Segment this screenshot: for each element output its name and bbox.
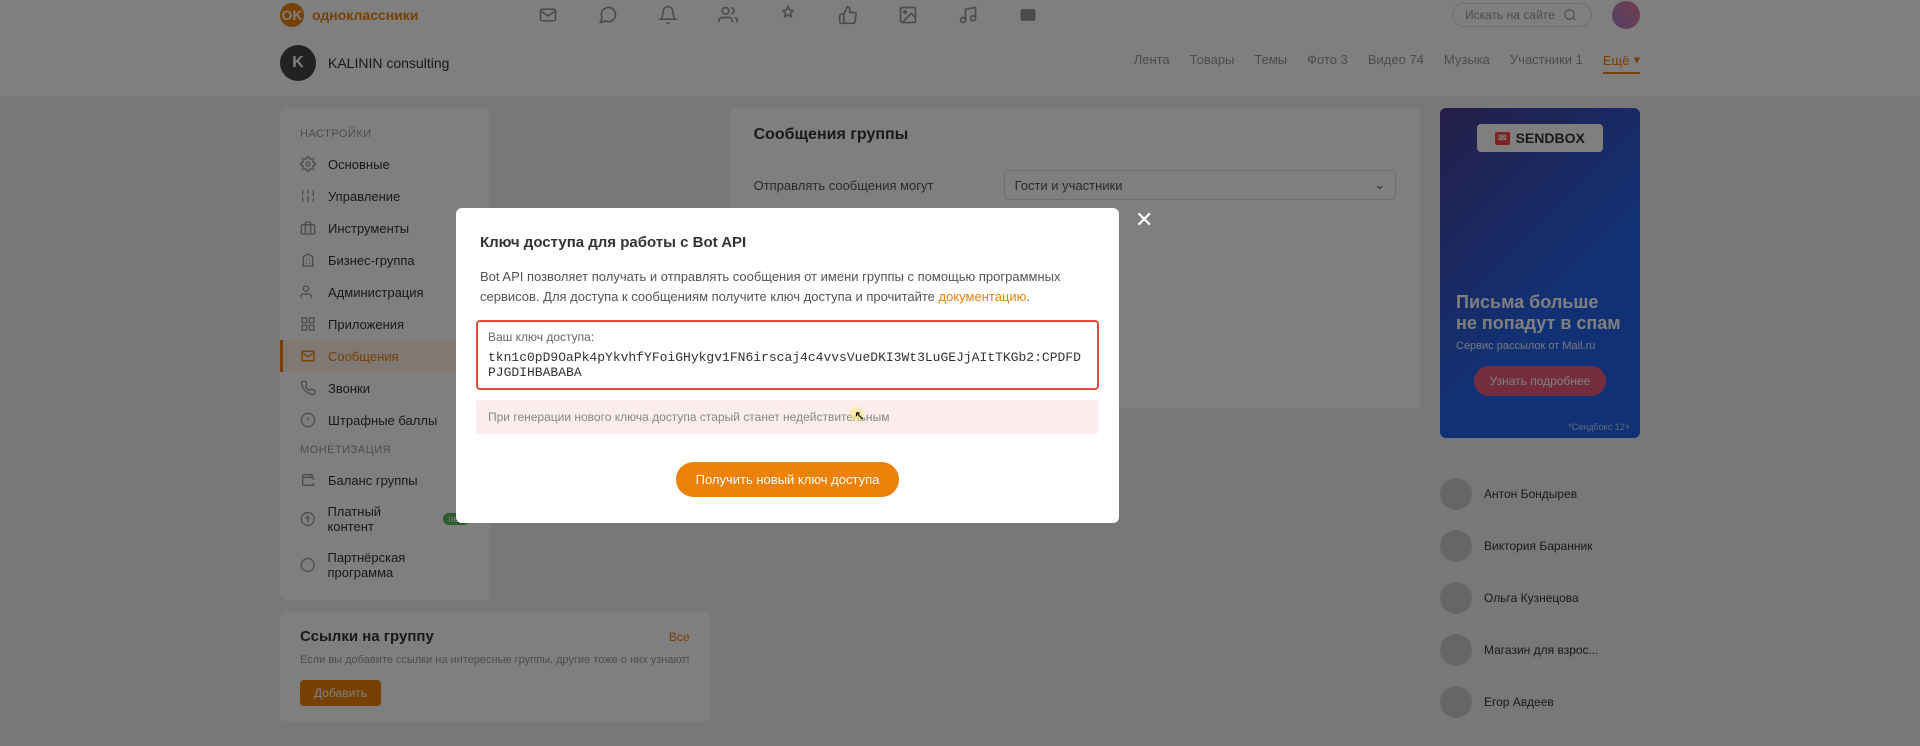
modal-desc-suffix: . bbox=[1026, 289, 1030, 304]
modal-title: Ключ доступа для работы с Bot API bbox=[476, 234, 1099, 251]
warning-text: При генерации нового ключа доступа стары… bbox=[488, 410, 889, 424]
token-value: tkn1c0pD9OaPk4pYkvhfYFoiGHykgv1FN6irscaj… bbox=[488, 350, 1087, 380]
modal-description: Bot API позволяет получать и отправлять … bbox=[476, 267, 1099, 306]
close-modal-button[interactable]: ✕ bbox=[1135, 207, 1920, 233]
documentation-link[interactable]: документацию bbox=[939, 289, 1027, 304]
access-token-box[interactable]: Ваш ключ доступа: tkn1c0pD9OaPk4pYkvhfYF… bbox=[476, 320, 1099, 390]
warning-message: При генерации нового ключа доступа стары… bbox=[476, 400, 1099, 434]
token-label: Ваш ключ доступа: bbox=[488, 330, 1087, 344]
generate-new-key-button[interactable]: Получить новый ключ доступа bbox=[676, 462, 900, 497]
cursor-icon: ↖ bbox=[854, 408, 865, 424]
bot-api-key-modal: Ключ доступа для работы с Bot API Bot AP… bbox=[456, 208, 1119, 523]
